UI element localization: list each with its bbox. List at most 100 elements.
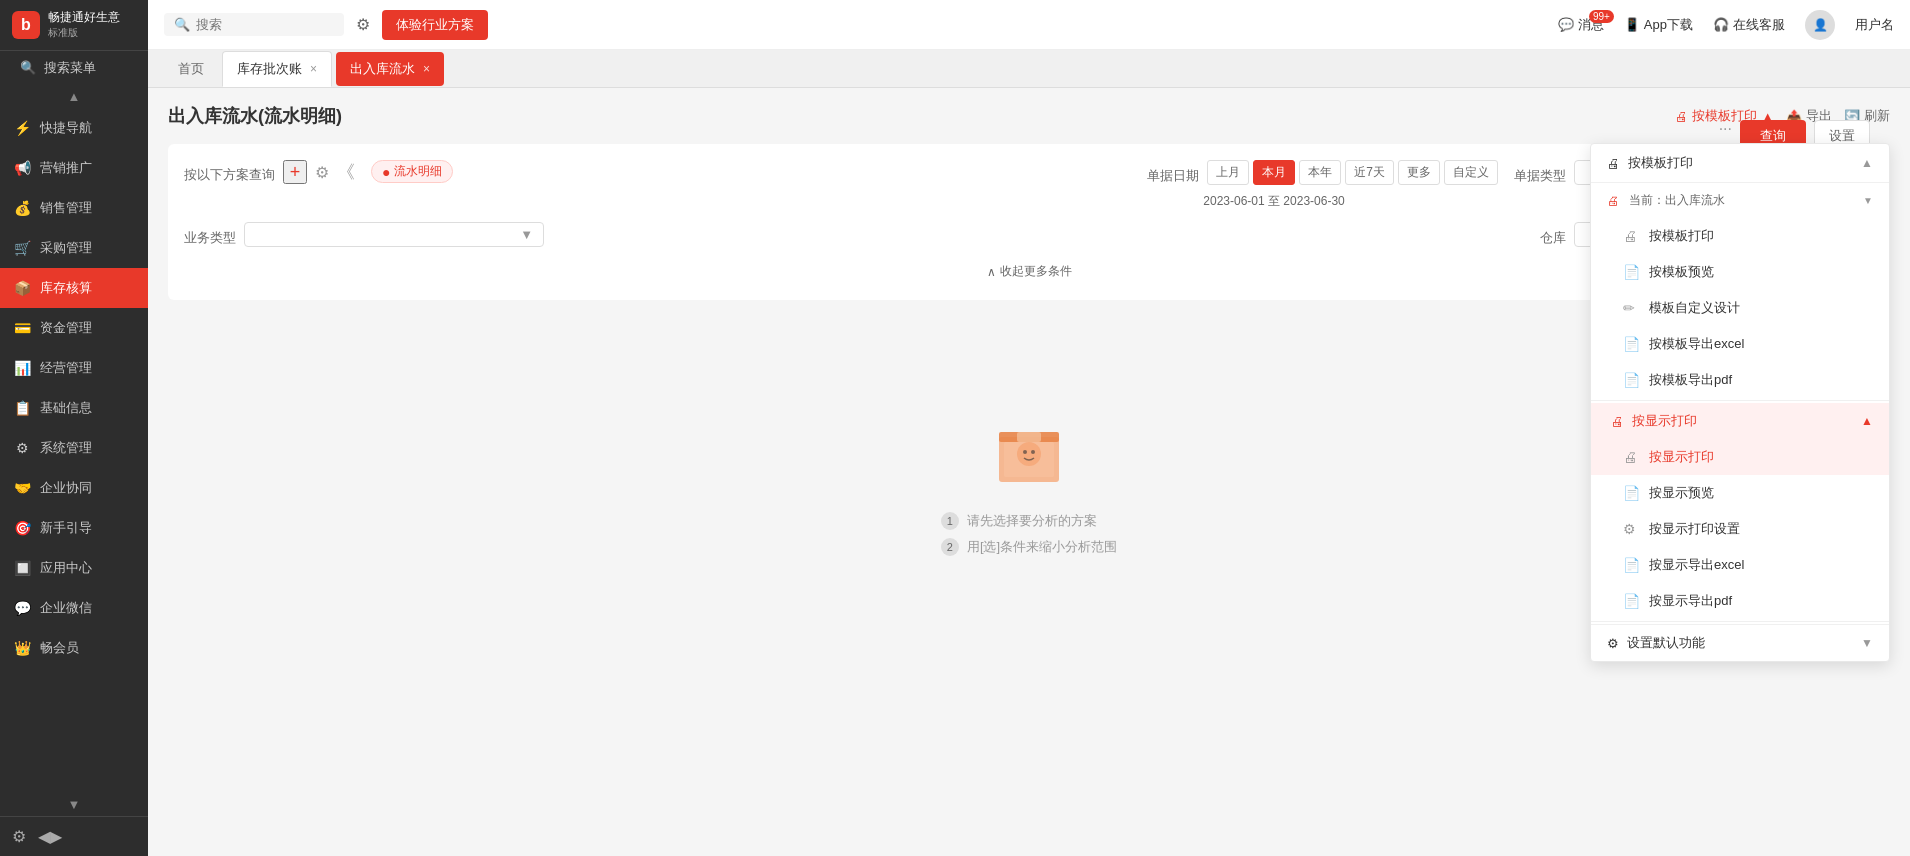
app-name: 畅捷通好生意	[48, 10, 120, 26]
dropdown-template-print-header[interactable]: 🖨 按模板打印 ▲	[1591, 144, 1889, 183]
app-download-label: App下载	[1644, 16, 1693, 34]
date-btn-custom[interactable]: 自定义	[1444, 160, 1498, 185]
date-btn-last-month[interactable]: 上月	[1207, 160, 1249, 185]
tab-home-label: 首页	[178, 60, 204, 78]
sidebar-scroll-down[interactable]: ▼	[0, 793, 148, 816]
chevron-down-icon: ▼	[1861, 636, 1873, 650]
search-icon: 🔍	[20, 60, 36, 75]
topbar-search-input[interactable]	[196, 17, 316, 32]
topbar-online-service[interactable]: 🎧 在线客服	[1713, 16, 1785, 34]
print-dropdown-panel: 🖨 按模板打印 ▲ 🖨 当前：出入库流水 ▼ 🖨	[1590, 143, 1890, 662]
topbar-search-icon: 🔍	[174, 17, 190, 32]
dropdown-item-template-excel[interactable]: 📄 按模板导出excel	[1591, 326, 1889, 362]
dropdown-item-display-print[interactable]: 🖨 按显示打印	[1591, 439, 1889, 475]
sidebar-item-marketing[interactable]: 📢 营销推广	[0, 148, 148, 188]
set-default-label: 设置默认功能	[1627, 634, 1705, 652]
topbar-search-box[interactable]: 🔍	[164, 13, 344, 36]
filter-collapse-icon[interactable]: 《	[337, 160, 355, 184]
filter-date-row: 单据日期 上月 本月 本年 近7天 更多 自定义	[1147, 160, 1498, 185]
filter-date-section: 单据日期 上月 本月 本年 近7天 更多 自定义 2023-06-01 至 20…	[1147, 160, 1498, 210]
main-area: 🔍 ⚙ 体验行业方案 💬 消息 99+ 📱 App下载 🎧 在线客服 👤 用户名	[148, 0, 1910, 856]
nav-label-wechat: 企业微信	[40, 599, 92, 617]
item-pdf-icon: 📄	[1623, 372, 1639, 388]
nav-icon-inventory: 📦	[12, 278, 32, 298]
tab-inout-flow-label: 出入库流水	[350, 60, 415, 78]
sidebar-item-vip[interactable]: 👑 畅会员	[0, 628, 148, 668]
dropdown-set-default[interactable]: ⚙ 设置默认功能 ▼	[1591, 624, 1889, 661]
sidebar-item-enterprise[interactable]: 🤝 企业协同	[0, 468, 148, 508]
nav-label-app-center: 应用中心	[40, 559, 92, 577]
nav-label-purchase: 采购管理	[40, 239, 92, 257]
filter-biztype-select[interactable]: ▼	[244, 222, 544, 247]
empty-step-1: 1 请先选择要分析的方案	[941, 512, 1117, 530]
date-btn-more[interactable]: 更多	[1398, 160, 1440, 185]
user-avatar[interactable]: 👤	[1805, 10, 1835, 40]
sidebar-scroll-up[interactable]: ▲	[0, 85, 148, 108]
dropdown-display-label: 按显示打印	[1632, 412, 1697, 430]
item-display-preview-icon: 📄	[1623, 485, 1639, 501]
nav-icon-operation: 📊	[12, 358, 32, 378]
sidebar-item-quick-nav[interactable]: ⚡ 快捷导航	[0, 108, 148, 148]
dropdown-item-template-pdf[interactable]: 📄 按模板导出pdf	[1591, 362, 1889, 398]
item-template-excel-label: 按模板导出excel	[1649, 335, 1744, 353]
item-display-pdf-icon: 📄	[1623, 593, 1639, 609]
nav-icon-app-center: 🔲	[12, 558, 32, 578]
sidebar-item-sales[interactable]: 💰 销售管理	[0, 188, 148, 228]
dropdown-item-template-design[interactable]: ✏ 模板自定义设计	[1591, 290, 1889, 326]
dropdown-item-template-print[interactable]: 🖨 按模板打印	[1591, 218, 1889, 254]
username[interactable]: 用户名	[1855, 16, 1894, 34]
filter-gear-icon[interactable]: ⚙	[315, 163, 329, 182]
sidebar-item-finance[interactable]: 💳 资金管理	[0, 308, 148, 348]
dropdown-item-display-settings[interactable]: ⚙ 按显示打印设置	[1591, 511, 1889, 547]
sidebar-item-system[interactable]: ⚙ 系统管理	[0, 428, 148, 468]
sidebar-collapse-icon[interactable]: ◀▶	[38, 827, 62, 846]
item-template-print-label: 按模板打印	[1649, 227, 1714, 245]
sidebar-item-operation[interactable]: 📊 经营管理	[0, 348, 148, 388]
dropdown-display-print-header[interactable]: 🖨 按显示打印 ▲	[1591, 403, 1889, 439]
nav-label-vip: 畅会员	[40, 639, 79, 657]
nav-label-basic: 基础信息	[40, 399, 92, 417]
filter-add-button[interactable]: +	[283, 160, 307, 184]
empty-steps-list: 1 请先选择要分析的方案 2 用[选]条件来缩小分析范围	[941, 512, 1117, 564]
nav-label-system: 系统管理	[40, 439, 92, 457]
sidebar-settings-icon[interactable]: ⚙	[12, 827, 26, 846]
message-badge: 99+	[1589, 10, 1614, 23]
tab-batch-ledger-close[interactable]: ×	[310, 62, 317, 76]
date-range-display: 2023-06-01 至 2023-06-30	[1147, 193, 1344, 210]
sidebar-item-inventory[interactable]: 📦 库存核算	[0, 268, 148, 308]
topbar-gear-icon[interactable]: ⚙	[356, 15, 370, 34]
tab-home[interactable]: 首页	[164, 52, 218, 86]
topbar-message[interactable]: 💬 消息 99+	[1558, 16, 1604, 34]
sidebar-item-app-center[interactable]: 🔲 应用中心	[0, 548, 148, 588]
empty-step-2: 2 用[选]条件来缩小分析范围	[941, 538, 1117, 556]
date-btn-this-month[interactable]: 本月	[1253, 160, 1295, 185]
dropdown-item-display-preview[interactable]: 📄 按显示预览	[1591, 475, 1889, 511]
dropdown-item-display-pdf[interactable]: 📄 按显示导出pdf	[1591, 583, 1889, 619]
dropdown-current-template[interactable]: 🖨 当前：出入库流水 ▼	[1591, 183, 1889, 218]
dropdown-item-display-excel[interactable]: 📄 按显示导出excel	[1591, 547, 1889, 583]
sidebar-item-basic[interactable]: 📋 基础信息	[0, 388, 148, 428]
dropdown-item-template-preview[interactable]: 📄 按模板预览	[1591, 254, 1889, 290]
topbar-app-download[interactable]: 📱 App下载	[1624, 16, 1693, 34]
nav-icon-system: ⚙	[12, 438, 32, 458]
nav-label-operation: 经营管理	[40, 359, 92, 377]
svg-point-5	[1023, 450, 1027, 454]
item-preview-icon: 📄	[1623, 264, 1639, 280]
sidebar-item-wechat[interactable]: 💬 企业微信	[0, 588, 148, 628]
sidebar-logo: b 畅捷通好生意 标准版	[0, 0, 148, 51]
date-btn-7days[interactable]: 近7天	[1345, 160, 1394, 185]
tab-batch-ledger[interactable]: 库存批次账 ×	[222, 51, 332, 87]
tab-inout-flow[interactable]: 出入库流水 ×	[336, 52, 444, 86]
sidebar-search-label: 搜索菜单	[44, 59, 96, 77]
tab-inout-flow-close[interactable]: ×	[423, 62, 430, 76]
sidebar-item-purchase[interactable]: 🛒 采购管理	[0, 228, 148, 268]
date-btn-this-year[interactable]: 本年	[1299, 160, 1341, 185]
item-display-excel-icon: 📄	[1623, 557, 1639, 573]
app-name-block: 畅捷通好生意 标准版	[48, 10, 120, 40]
topbar-right: 💬 消息 99+ 📱 App下载 🎧 在线客服 👤 用户名	[1558, 10, 1894, 40]
nav-icon-wechat: 💬	[12, 598, 32, 618]
nav-icon-finance: 💳	[12, 318, 32, 338]
industry-solution-button[interactable]: 体验行业方案	[382, 10, 488, 40]
sidebar-search-item[interactable]: 🔍 搜索菜单	[0, 51, 148, 85]
sidebar-item-guide[interactable]: 🎯 新手引导	[0, 508, 148, 548]
